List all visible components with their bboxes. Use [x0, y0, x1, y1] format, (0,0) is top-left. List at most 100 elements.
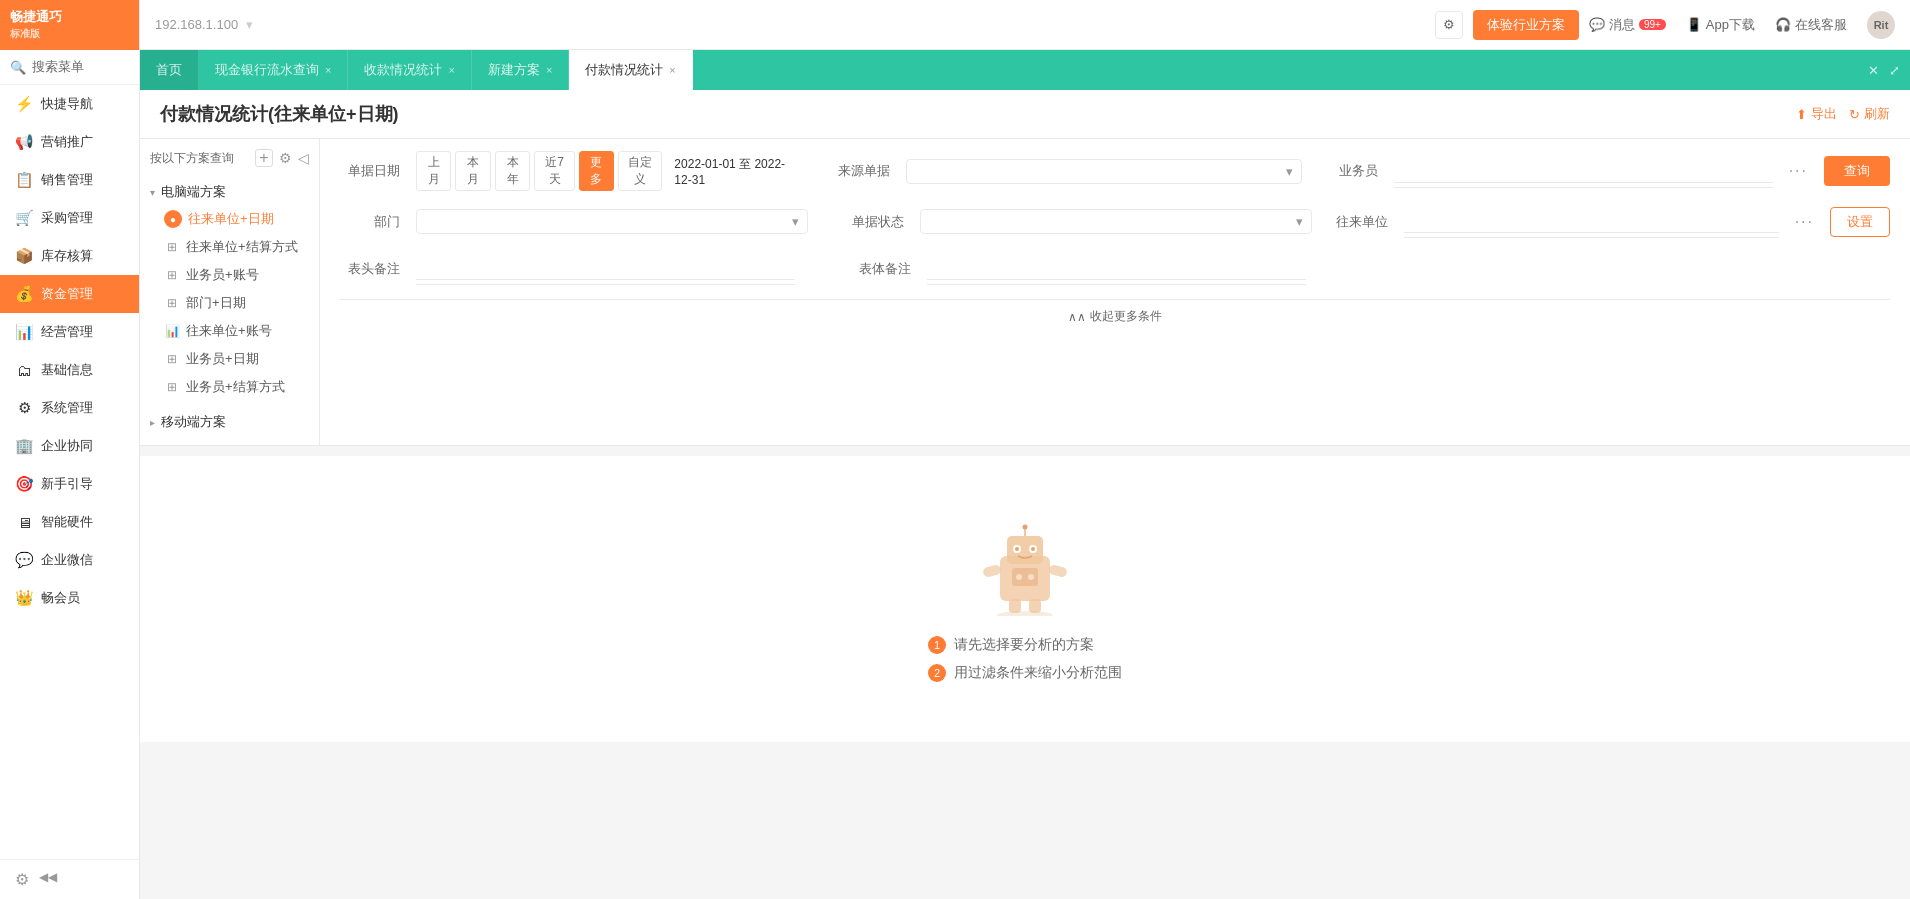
scheme-item-counterpart-account[interactable]: 📊 往来单位+账号 [140, 317, 319, 345]
tab-bank-label: 现金银行流水查询 [215, 61, 319, 79]
tab-payment-close[interactable]: × [669, 64, 675, 76]
tab-new-scheme[interactable]: 新建方案 × [472, 50, 569, 90]
sidebar-item-guide[interactable]: 🎯 新手引导 [0, 465, 139, 503]
date-tab-this-month[interactable]: 本月 [455, 151, 490, 191]
date-tab-7days[interactable]: 近7天 [534, 151, 574, 191]
source-select-arrow: ▾ [1286, 164, 1293, 179]
sidebar-item-capital[interactable]: 💰 资金管理 [0, 275, 139, 313]
sales-icon: 📋 [15, 171, 33, 189]
sidebar-item-label: 资金管理 [41, 285, 93, 303]
sidebar-logo: 畅捷通巧 标准版 [0, 0, 139, 50]
search-menu[interactable]: 🔍 搜索菜单 [0, 50, 139, 85]
sidebar-item-vip[interactable]: 👑 畅会员 [0, 579, 139, 617]
sidebar-item-sales[interactable]: 📋 销售管理 [0, 161, 139, 199]
capital-icon: 💰 [15, 285, 33, 303]
tab-home-label: 首页 [156, 61, 182, 79]
header-settings-btn[interactable]: ⚙ [1435, 11, 1463, 39]
tab-home[interactable]: 首页 [140, 50, 199, 90]
sidebar-item-wechat[interactable]: 💬 企业微信 [0, 541, 139, 579]
date-tab-this-year[interactable]: 本年 [495, 151, 530, 191]
sidebar-item-basic[interactable]: 🗂 基础信息 [0, 351, 139, 389]
collapse-more-btn[interactable]: ∧∧ 收起更多条件 [340, 299, 1890, 333]
sidebar-item-operation[interactable]: 📊 经营管理 [0, 313, 139, 351]
header-note-input[interactable] [416, 256, 795, 280]
counterpart-more-btn[interactable]: ··· [1795, 213, 1814, 231]
date-tab-custom[interactable]: 自定义 [618, 151, 662, 191]
sidebar-item-label: 企业协同 [41, 437, 93, 455]
salesperson-input[interactable] [1394, 159, 1772, 183]
scheme-item-dept-date[interactable]: ⊞ 部门+日期 [140, 289, 319, 317]
svg-point-13 [1016, 574, 1022, 580]
refresh-btn[interactable]: ↻ 刷新 [1849, 105, 1890, 123]
sidebar-item-purchase[interactable]: 🛒 采购管理 [0, 199, 139, 237]
sidebar-collapse-icon[interactable]: ◀◀ [39, 870, 57, 889]
user-avatar[interactable]: Rit [1867, 11, 1895, 39]
header-dropdown-arrow[interactable]: ▾ [246, 17, 253, 32]
sidebar-item-company[interactable]: 🏢 企业协同 [0, 427, 139, 465]
sidebar-item-marketing[interactable]: 📢 营销推广 [0, 123, 139, 161]
scheme-item-counterpart-settlement[interactable]: ⊞ 往来单位+结算方式 [140, 233, 319, 261]
source-select[interactable]: ▾ [906, 159, 1302, 184]
export-btn[interactable]: ⬆ 导出 [1796, 105, 1837, 123]
counterpart-input[interactable] [1404, 209, 1778, 233]
scheme-group-collapse-icon: ▾ [150, 187, 155, 198]
svg-rect-1 [1007, 536, 1043, 564]
settings-btn[interactable]: 设置 [1830, 207, 1890, 237]
scheme-group-desktop-header[interactable]: ▾ 电脑端方案 [140, 179, 319, 205]
date-tab-more[interactable]: 更多 [579, 151, 614, 191]
scheme-panel-title: 按以下方案查询 [150, 150, 234, 167]
sidebar-item-quick-nav[interactable]: ⚡ 快捷导航 [0, 85, 139, 123]
sidebar-settings-icon[interactable]: ⚙ [15, 870, 29, 889]
sidebar-item-hardware[interactable]: 🖥 智能硬件 [0, 503, 139, 541]
body-note-label: 表体备注 [831, 260, 911, 278]
sidebar-item-label: 销售管理 [41, 171, 93, 189]
scheme-table-icon: ⊞ [164, 351, 180, 367]
scheme-add-btn[interactable]: + [255, 149, 273, 167]
service-icon: 🎧 [1775, 17, 1791, 32]
message-badge: 99+ [1639, 19, 1666, 30]
tab-bank-close[interactable]: × [325, 64, 331, 76]
scheme-item-label: 部门+日期 [186, 294, 246, 312]
tab-payment[interactable]: 付款情况统计 × [569, 50, 692, 90]
scheme-item-counterpart-date[interactable]: ● 往来单位+日期 [140, 205, 319, 233]
query-btn[interactable]: 查询 [1824, 156, 1890, 186]
voucher-status-select[interactable]: ▾ [920, 209, 1312, 234]
sidebar-bottom: ⚙ ◀◀ [0, 859, 139, 899]
scheme-table-icon: ⊞ [164, 295, 180, 311]
empty-tip-1: 1 请先选择要分析的方案 [928, 636, 1122, 654]
voucher-status-arrow: ▾ [1296, 214, 1303, 229]
inventory-icon: 📦 [15, 247, 33, 265]
try-industry-btn[interactable]: 体验行业方案 [1473, 10, 1579, 40]
tab-bar: 首页 现金银行流水查询 × 收款情况统计 × 新建方案 × 付款情况统计 × ✕… [140, 50, 1910, 90]
date-tab-last-month[interactable]: 上月 [416, 151, 451, 191]
tab-expand-icon[interactable]: ⤢ [1889, 63, 1900, 78]
wechat-icon: 💬 [15, 551, 33, 569]
scheme-group-mobile-header[interactable]: ▸ 移动端方案 [140, 409, 319, 435]
empty-tips: 1 请先选择要分析的方案 2 用过滤条件来缩小分析范围 [928, 636, 1122, 682]
message-btn[interactable]: 💬 消息 99+ [1589, 16, 1666, 34]
sidebar-item-system[interactable]: ⚙ 系统管理 [0, 389, 139, 427]
salesperson-more-btn[interactable]: ··· [1789, 162, 1808, 180]
body-note-input[interactable] [927, 256, 1306, 280]
scheme-group-desktop-label: 电脑端方案 [161, 183, 226, 201]
sidebar-item-label: 库存核算 [41, 247, 93, 265]
tab-collection[interactable]: 收款情况统计 × [348, 50, 471, 90]
app-download-btn[interactable]: 📱 App下载 [1686, 16, 1755, 34]
tab-collection-close[interactable]: × [448, 64, 454, 76]
scheme-item-salesperson-settlement[interactable]: ⊞ 业务员+结算方式 [140, 373, 319, 401]
tab-new-scheme-close[interactable]: × [546, 64, 552, 76]
tab-close-all-icon[interactable]: ✕ [1868, 63, 1879, 78]
tab-bank[interactable]: 现金银行流水查询 × [199, 50, 348, 90]
scheme-item-salesperson-date[interactable]: ⊞ 业务员+日期 [140, 345, 319, 373]
svg-rect-11 [1029, 599, 1041, 613]
sidebar-item-label: 智能硬件 [41, 513, 93, 531]
scheme-collapse-icon[interactable]: ◁ [298, 150, 309, 166]
scheme-item-label: 业务员+结算方式 [186, 378, 285, 396]
scheme-settings-icon[interactable]: ⚙ [279, 150, 292, 166]
scheme-item-salesperson-account[interactable]: ⊞ 业务员+账号 [140, 261, 319, 289]
service-btn[interactable]: 🎧 在线客服 [1775, 16, 1847, 34]
dept-select[interactable]: ▾ [416, 209, 808, 234]
sidebar-item-inventory[interactable]: 📦 库存核算 [0, 237, 139, 275]
svg-point-14 [1028, 574, 1034, 580]
scheme-panel-actions: + ⚙ ◁ [255, 149, 309, 167]
